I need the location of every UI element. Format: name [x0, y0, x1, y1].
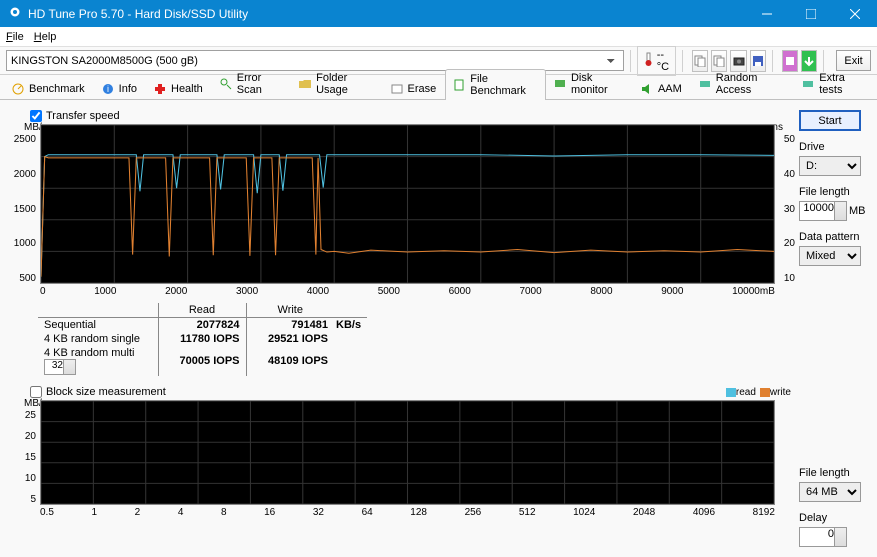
block-chart-wrap: MB/s read write 252015105 0.512481632641… [10, 400, 791, 518]
tab-disk-monitor[interactable]: Disk monitor [546, 68, 633, 99]
tab-error-scan[interactable]: Error Scan [212, 68, 291, 99]
data-pattern-select[interactable]: Mixed [799, 246, 861, 266]
title-bar: HD Tune Pro 5.70 - Hard Disk/SSD Utility [0, 0, 877, 27]
tab-folder-usage[interactable]: Folder Usage [291, 68, 382, 99]
x-axis-block: 0.512481632641282565121024204840968192 [40, 507, 775, 518]
info-icon: i [101, 82, 115, 96]
tab-info[interactable]: iInfo [94, 78, 146, 99]
transfer-chart [40, 124, 775, 284]
drive-label: Drive [799, 141, 869, 153]
file-length-input[interactable]: 10000 [799, 201, 847, 221]
tab-benchmark[interactable]: Benchmark [4, 78, 94, 99]
drive-select[interactable]: D: [799, 156, 861, 176]
thermometer-icon [644, 52, 653, 69]
menu-help[interactable]: Help [34, 31, 57, 43]
health-icon [153, 82, 167, 96]
monitor-icon [553, 77, 567, 91]
tab-file-benchmark[interactable]: File Benchmark [445, 69, 546, 100]
results-table: ReadWrite Sequential2077824791481KB/s 4 … [38, 303, 791, 376]
maximize-button[interactable] [789, 0, 833, 27]
transfer-speed-checkbox[interactable] [30, 110, 42, 122]
y-axis-left: 252015105 [8, 410, 36, 505]
speaker-icon [640, 82, 654, 96]
temperature-display: --°C [637, 46, 676, 76]
file-icon [452, 78, 466, 92]
menu-bar: File Help [0, 27, 877, 47]
tab-random-access[interactable]: Random Access [691, 68, 794, 99]
tab-bar: Benchmark iInfo Health Error Scan Folder… [0, 75, 877, 100]
folder-icon [298, 77, 312, 91]
queue-depth-spinner[interactable]: 32 [44, 359, 76, 375]
gauge-icon [11, 82, 25, 96]
close-button[interactable] [833, 0, 877, 27]
block-chart [40, 400, 775, 505]
side-panel: Start Drive D: File length 10000MB Data … [799, 100, 877, 557]
delay-input[interactable]: 0 [799, 527, 847, 547]
block-legend: read write [726, 387, 791, 398]
minimize-button[interactable] [745, 0, 789, 27]
transfer-chart-wrap: MB/s ms 2500200015001000500 5040302010 0… [10, 124, 791, 297]
start-button[interactable]: Start [799, 110, 861, 131]
tab-health[interactable]: Health [146, 78, 212, 99]
data-pattern-label: Data pattern [799, 231, 869, 243]
erase-icon [390, 82, 404, 96]
delay-label: Delay [799, 512, 869, 524]
block-size-label: Block size measurement [46, 386, 166, 398]
x-axis-transfer: 0100020003000400050006000700080009000100… [40, 286, 775, 297]
y-axis-left: 2500200015001000500 [8, 134, 36, 284]
tab-extra-tests[interactable]: Extra tests [794, 68, 873, 99]
content-area: Transfer speed MB/s ms 25002000150010005… [0, 100, 877, 557]
tab-aam[interactable]: AAM [633, 78, 691, 99]
search-icon [219, 77, 233, 91]
extra-icon [801, 77, 815, 91]
file-length2-label: File length [799, 467, 869, 479]
random-icon [698, 77, 712, 91]
svg-text:i: i [107, 84, 109, 94]
separator [682, 50, 683, 72]
menu-file[interactable]: File [6, 31, 24, 43]
file-length-label: File length [799, 186, 869, 198]
tab-erase[interactable]: Erase [383, 78, 446, 99]
app-icon [8, 5, 22, 22]
window-title: HD Tune Pro 5.70 - Hard Disk/SSD Utility [28, 7, 745, 21]
block-size-checkbox[interactable] [30, 386, 42, 398]
y-axis-right: 5040302010 [777, 134, 795, 284]
file-length2-select[interactable]: 64 MB [799, 482, 861, 502]
transfer-speed-label: Transfer speed [46, 110, 120, 122]
